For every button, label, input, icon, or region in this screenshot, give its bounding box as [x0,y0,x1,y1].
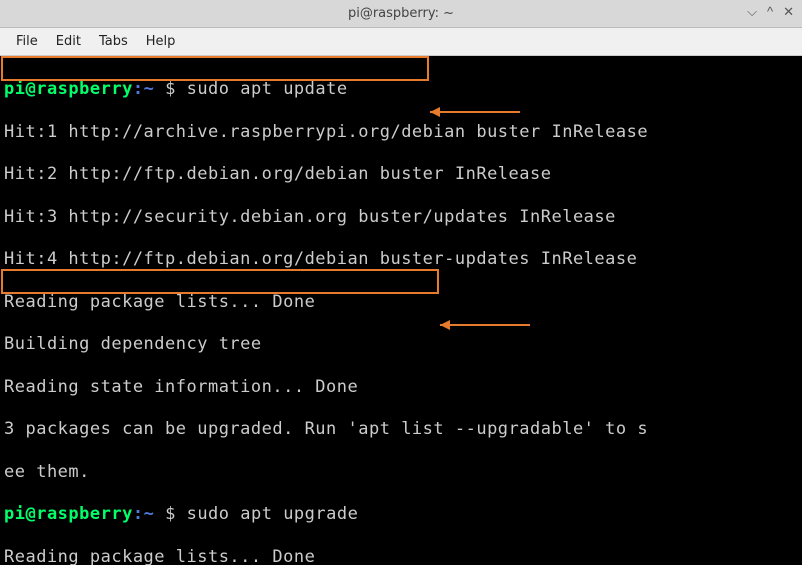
prompt-sep: : [133,504,144,524]
prompt-user: pi@raspberry [4,504,133,524]
annotation-box-2 [1,269,439,294]
command-1: sudo apt update [187,79,348,99]
menubar: File Edit Tabs Help [0,28,802,56]
menu-edit[interactable]: Edit [48,31,89,52]
output-line: Hit:3 http://security.debian.org buster/… [4,207,798,228]
output-line: ee them. [4,462,798,483]
window-controls: ⌵ ^ ✕ [747,4,794,20]
output-line: Building dependency tree [4,334,798,355]
menu-help[interactable]: Help [138,31,184,52]
prompt-path: ~ [144,504,155,524]
minimize-button[interactable]: ⌵ [747,4,757,20]
close-button[interactable]: ✕ [783,4,794,20]
window-title: pi@raspberry: ~ [348,6,454,21]
output-line: Reading package lists... Done [4,547,798,565]
prompt-dollar: $ [165,79,176,99]
output-line: Reading package lists... Done [4,292,798,313]
prompt-line-2: pi@raspberry:~ $ sudo apt upgrade [4,504,798,525]
output-line: Hit:2 http://ftp.debian.org/debian buste… [4,164,798,185]
output-line: Hit:1 http://archive.raspberrypi.org/deb… [4,122,798,143]
output-line: Hit:4 http://ftp.debian.org/debian buste… [4,249,798,270]
output-line: Reading state information... Done [4,377,798,398]
prompt-user: pi@raspberry [4,79,133,99]
annotation-box-1 [1,56,429,81]
prompt-line-1: pi@raspberry:~ $ sudo apt update [4,79,798,100]
output-line: 3 packages can be upgraded. Run 'apt lis… [4,419,798,440]
maximize-button[interactable]: ^ [767,4,773,20]
prompt-sep: : [133,79,144,99]
menu-file[interactable]: File [8,31,46,52]
command-2: sudo apt upgrade [187,504,359,524]
prompt-path: ~ [144,79,155,99]
window-titlebar: pi@raspberry: ~ ⌵ ^ ✕ [0,0,802,28]
menu-tabs[interactable]: Tabs [91,31,136,52]
terminal-area[interactable]: pi@raspberry:~ $ sudo apt update Hit:1 h… [0,56,802,565]
annotation-arrow-1 [430,62,530,161]
prompt-dollar: $ [165,504,176,524]
annotation-arrow-2 [440,275,540,374]
